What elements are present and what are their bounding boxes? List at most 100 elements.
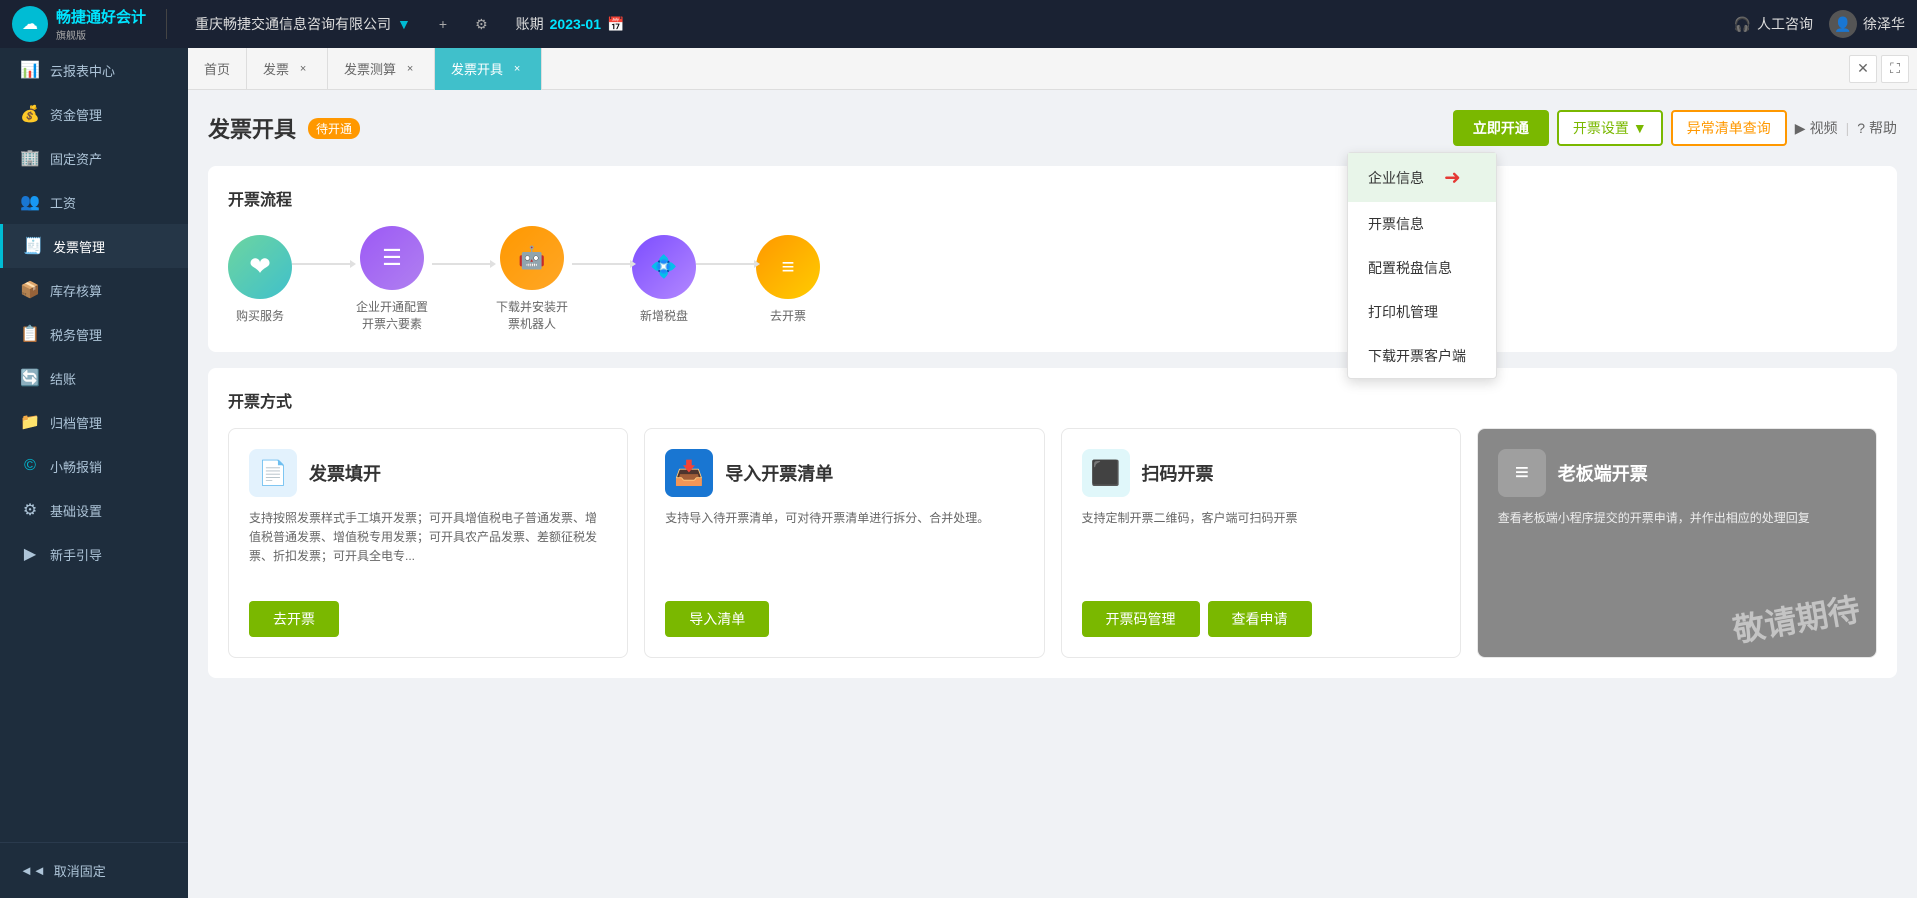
invoice-settings-btn[interactable]: 开票设置 ▼ <box>1557 110 1663 146</box>
sidebar-label-basic-settings: 基础设置 <box>50 501 102 520</box>
fixed-assets-icon: 🏢 <box>20 148 40 168</box>
capital-icon: 💰 <box>20 104 40 124</box>
method-card-boss: ≡ 老板端开票 查看老板端小程序提交的开票申请，并作出相应的处理回复 敬请期待 <box>1477 428 1877 658</box>
help-btn[interactable]: ? 帮助 <box>1857 118 1897 138</box>
dropdown-item-printer[interactable]: 打印机管理 <box>1348 290 1496 334</box>
separator: | <box>1846 120 1850 136</box>
flow-step-go-invoice: ≡ 去开票 <box>756 235 820 324</box>
settings-dropdown-menu: 企业信息 ➜ 开票信息 配置税盘信息 打印机管理 下载开票客户端 <box>1347 152 1497 379</box>
dropdown-item-tax-disk[interactable]: 配置税盘信息 <box>1348 246 1496 290</box>
sidebar-item-archive[interactable]: 📁 归档管理 <box>0 400 188 444</box>
manual-fill-title: 发票填开 <box>309 460 381 486</box>
calendar-icon[interactable]: 📅 <box>607 16 624 33</box>
company-info-label: 企业信息 <box>1368 168 1424 188</box>
tax-icon: 📋 <box>20 324 40 344</box>
scan-qr-title: 扫码开票 <box>1142 460 1214 486</box>
step-connector-1 <box>292 263 352 265</box>
sidebar-label-xiaochang: 小畅报销 <box>50 457 102 476</box>
scan-qr-desc: 支持定制开票二维码，客户端可扫码开票 <box>1082 509 1440 589</box>
settings-btn[interactable]: ⚙ <box>467 12 496 37</box>
page-content: 发票开具 待开通 立即开通 开票设置 ▼ 异常清单查询 ▶ 视频 | <box>188 90 1917 898</box>
tab-invoice-open-close[interactable]: × <box>509 61 525 77</box>
guide-icon: ▶ <box>20 544 40 564</box>
sidebar-item-settlement[interactable]: 🔄 结账 <box>0 356 188 400</box>
flow-step-add-tax-disk: 💠 新增税盘 <box>632 235 696 324</box>
sidebar-label-tax: 税务管理 <box>50 325 102 344</box>
tab-home-label: 首页 <box>204 59 230 78</box>
inventory-icon: 📦 <box>20 280 40 300</box>
logo-text: 畅捷通好会计 旗舰版 <box>56 6 146 42</box>
sidebar-label-settlement: 结账 <box>50 369 76 388</box>
method-card-header-scan: ⬛ 扫码开票 <box>1082 449 1440 497</box>
tab-invoice-open[interactable]: 发票开具 × <box>435 48 542 90</box>
download-client-label: 下载开票客户端 <box>1368 348 1466 364</box>
sidebar-item-inventory[interactable]: 📦 库存核算 <box>0 268 188 312</box>
dropdown-item-download-client[interactable]: 下载开票客户端 <box>1348 334 1496 378</box>
qr-manage-btn[interactable]: 开票码管理 <box>1082 601 1200 637</box>
tab-invoice-calc-close[interactable]: × <box>402 61 418 77</box>
tab-home[interactable]: 首页 <box>188 48 247 90</box>
sidebar-item-guide[interactable]: ▶ 新手引导 <box>0 532 188 576</box>
step-connector-2 <box>432 263 492 265</box>
sidebar-item-invoice[interactable]: 🧾 发票管理 <box>0 224 188 268</box>
user-info[interactable]: 👤 徐泽华 <box>1829 10 1905 38</box>
method-cards: 📄 发票填开 支持按照发票样式手工填开发票；可开具增值税电子普通发票、增值税普通… <box>228 428 1877 658</box>
company-dropdown-icon: ▼ <box>397 16 411 32</box>
company-selector[interactable]: 重庆畅捷交通信息咨询有限公司 ▼ <box>187 10 419 38</box>
sidebar-item-capital[interactable]: 💰 资金管理 <box>0 92 188 136</box>
tab-invoice-open-label: 发票开具 <box>451 59 503 78</box>
flow-step-download-robot: 🤖 下载并安装开票机器人 <box>492 226 572 332</box>
tab-maximize-btn[interactable]: ⛶ <box>1881 55 1909 83</box>
video-btn[interactable]: ▶ 视频 <box>1795 118 1838 138</box>
header-actions: 立即开通 开票设置 ▼ 异常清单查询 ▶ 视频 | ? <box>1453 110 1897 146</box>
method-card-import-list: 📥 导入开票清单 支持导入待开票清单，可对待开票清单进行拆分、合并处理。 导入清… <box>644 428 1044 658</box>
go-invoice-manual-btn[interactable]: 去开票 <box>249 601 339 637</box>
support-btn[interactable]: 🎧 人工咨询 <box>1734 14 1813 34</box>
flow-step-config-enterprise: ☰ 企业开通配置开票六要素 <box>352 226 432 332</box>
import-list-btn[interactable]: 导入清单 <box>665 601 769 637</box>
invoice-info-label: 开票信息 <box>1368 216 1424 232</box>
flow-title: 开票流程 <box>228 186 1877 210</box>
xiaochang-icon: © <box>20 456 40 476</box>
pin-icon: ◄◄ <box>20 863 46 878</box>
play-circle-icon: ▶ <box>1795 120 1806 137</box>
sidebar-label-invoice: 发票管理 <box>53 237 105 256</box>
dropdown-item-company-info[interactable]: 企业信息 ➜ <box>1348 153 1496 202</box>
tab-invoice[interactable]: 发票 × <box>247 48 328 90</box>
topbar-right: 🎧 人工咨询 👤 徐泽华 <box>1734 10 1905 38</box>
sidebar-item-xiaochang[interactable]: © 小畅报销 <box>0 444 188 488</box>
tab-invoice-label: 发票 <box>263 59 289 78</box>
sidebar-item-salary[interactable]: 👥 工资 <box>0 180 188 224</box>
dropdown-item-invoice-info[interactable]: 开票信息 <box>1348 202 1496 246</box>
tax-disk-label: 配置税盘信息 <box>1368 260 1452 276</box>
sidebar-label-capital: 资金管理 <box>50 105 102 124</box>
close-icon: ✕ <box>1857 60 1869 77</box>
company-name: 重庆畅捷交通信息咨询有限公司 <box>195 14 391 34</box>
red-arrow-icon: ➜ <box>1444 165 1461 190</box>
add-company-btn[interactable]: + <box>431 12 455 36</box>
config-enterprise-label: 企业开通配置开票六要素 <box>352 298 432 332</box>
boss-title: 老板端开票 <box>1558 460 1648 486</box>
logo-divider <box>166 9 167 39</box>
tab-close-all-btn[interactable]: ✕ <box>1849 55 1877 83</box>
settlement-icon: 🔄 <box>20 368 40 388</box>
manual-fill-desc: 支持按照发票样式手工填开发票；可开具增值税电子普通发票、增值税普通发票、增值税专… <box>249 509 607 589</box>
activate-btn[interactable]: 立即开通 <box>1453 110 1549 146</box>
import-list-icon: 📥 <box>665 449 713 497</box>
sidebar-item-tax[interactable]: 📋 税务管理 <box>0 312 188 356</box>
methods-title: 开票方式 <box>228 388 1877 412</box>
cancel-pin-btn[interactable]: ◄◄ 取消固定 <box>0 851 188 890</box>
view-apply-btn[interactable]: 查看申请 <box>1208 601 1312 637</box>
sidebar-label-archive: 归档管理 <box>50 413 102 432</box>
sidebar-item-cloud-report[interactable]: 📊 云报表中心 <box>0 48 188 92</box>
sidebar-item-fixed-assets[interactable]: 🏢 固定资产 <box>0 136 188 180</box>
sidebar-item-basic-settings[interactable]: ⚙ 基础设置 <box>0 488 188 532</box>
scan-qr-icon: ⬛ <box>1082 449 1130 497</box>
download-robot-icon: 🤖 <box>500 226 564 290</box>
flow-section: 开票流程 ❤ 购买服务 ☰ <box>208 166 1897 352</box>
tab-invoice-calc[interactable]: 发票测算 × <box>328 48 435 90</box>
watermark: 敬请期待 <box>1729 584 1863 652</box>
boss-icon: ≡ <box>1498 449 1546 497</box>
tab-invoice-close[interactable]: × <box>295 61 311 77</box>
abnormal-list-btn[interactable]: 异常清单查询 <box>1671 110 1787 146</box>
